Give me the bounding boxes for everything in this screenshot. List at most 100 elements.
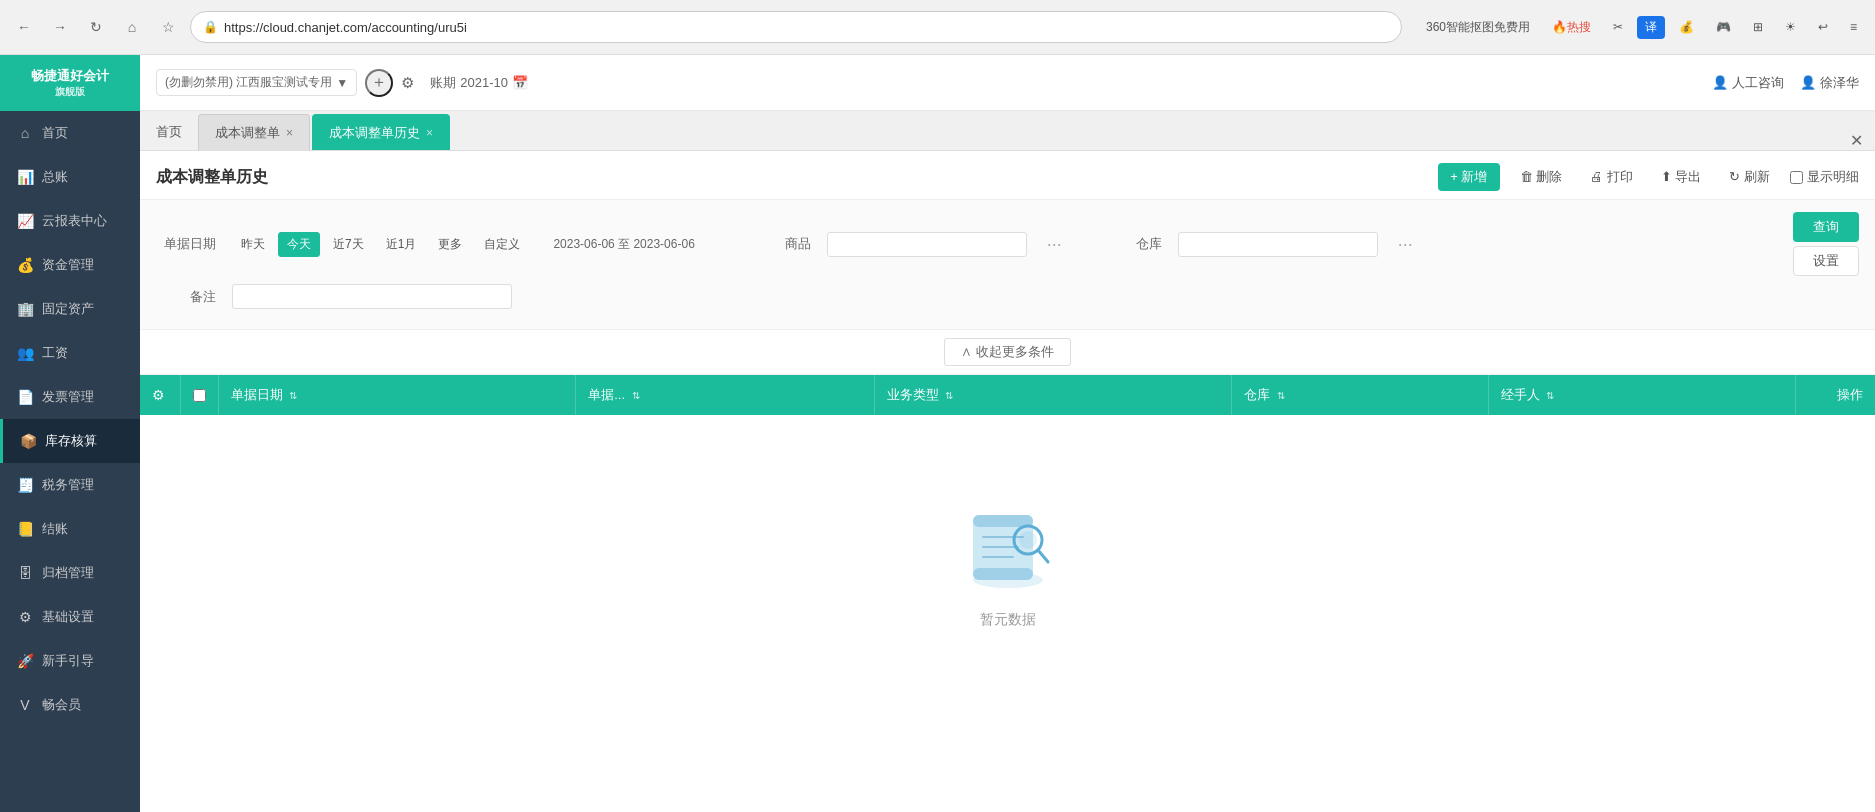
th-actions: 操作 [1795, 375, 1875, 415]
sidebar-item-ledger[interactable]: 📊 总账 [0, 155, 140, 199]
th-biz-type-label: 业务类型 [887, 387, 939, 402]
tax-icon: 🧾 [16, 477, 34, 493]
remark-filter-input[interactable] [232, 284, 512, 309]
org-selector[interactable]: (勿删勿禁用) 江西服宝测试专用 ▼ [156, 69, 357, 96]
sidebar-label-invoice: 发票管理 [42, 388, 94, 406]
page-header: 成本调整单历史 + 新增 🗑 删除 🖨 打印 ⬆ 导出 ↻ 刷新 显示明细 [140, 151, 1875, 200]
sidebar-item-settings[interactable]: ⚙ 基础设置 [0, 595, 140, 639]
th-warehouse: 仓库 ⇅ [1232, 375, 1488, 415]
add-org-button[interactable]: ＋ [365, 69, 393, 97]
warehouse-sort-icon[interactable]: ⇅ [1277, 390, 1285, 401]
warehouse-filter-label: 仓库 [1102, 235, 1162, 253]
game-button[interactable]: 🎮 [1708, 16, 1739, 38]
scissors-button[interactable]: ✂ [1605, 16, 1631, 38]
tab-home[interactable]: 首页 [140, 114, 198, 150]
home-button[interactable]: ⌂ [118, 13, 146, 41]
sidebar-label-assets: 固定资产 [42, 300, 94, 318]
goods-filter-input[interactable] [827, 232, 1027, 257]
service-button[interactable]: 👤 人工咨询 [1712, 74, 1784, 92]
th-bill-no-label: 单据... [588, 387, 625, 402]
biz-sort-icon[interactable]: ⇅ [945, 390, 953, 401]
print-button[interactable]: 🖨 打印 [1582, 164, 1641, 190]
user-info[interactable]: 👤 徐泽华 [1800, 74, 1859, 92]
vip-icon: V [16, 697, 34, 713]
bill-sort-icon[interactable]: ⇅ [632, 390, 640, 401]
org-dropdown-icon: ▼ [336, 76, 348, 90]
tab-cost-adjust[interactable]: 成本调整单 × [198, 114, 310, 150]
user-name: 徐泽华 [1820, 74, 1859, 92]
delete-button[interactable]: 🗑 删除 [1512, 164, 1571, 190]
sidebar-item-reports[interactable]: 📈 云报表中心 [0, 199, 140, 243]
menu-button[interactable]: ≡ [1842, 16, 1865, 38]
display-checkbox-input[interactable] [1790, 171, 1803, 184]
sidebar-item-vip[interactable]: V 畅会员 [0, 683, 140, 727]
tab-cost-history-close[interactable]: × [426, 126, 433, 140]
address-bar[interactable]: 🔒 https://cloud.chanjet.com/accounting/u… [190, 11, 1402, 43]
undo-button[interactable]: ↩ [1810, 16, 1836, 38]
sidebar-item-archive[interactable]: 🗄 归档管理 [0, 551, 140, 595]
th-biz-type: 业务类型 ⇅ [874, 375, 1232, 415]
setting-button[interactable]: 设置 [1793, 246, 1859, 276]
sidebar-item-funds[interactable]: 💰 资金管理 [0, 243, 140, 287]
svg-point-8 [1019, 531, 1037, 549]
query-button[interactable]: 查询 [1793, 212, 1859, 242]
date-filter-label: 单据日期 [156, 235, 216, 253]
warehouse-filter-input[interactable] [1178, 232, 1378, 257]
sidebar-item-payroll[interactable]: 👥 工资 [0, 331, 140, 375]
tab-cost-history[interactable]: 成本调整单历史 × [312, 114, 450, 150]
goods-more-button[interactable]: ··· [1043, 235, 1066, 253]
display-label: 显示明细 [1807, 168, 1859, 186]
date-tab-yesterday[interactable]: 昨天 [232, 232, 274, 257]
translate-button[interactable]: 译 [1637, 16, 1665, 39]
th-checkbox [180, 375, 218, 415]
new-button[interactable]: + 新增 [1438, 163, 1499, 191]
close-window-button[interactable]: ✕ [1850, 131, 1863, 150]
sidebar-item-inventory[interactable]: 📦 库存核算 [0, 419, 140, 463]
sidebar-label-ledger: 总账 [42, 168, 68, 186]
th-warehouse-label: 仓库 [1244, 387, 1270, 402]
th-gear: ⚙ [140, 375, 180, 415]
tab-cost-adjust-close[interactable]: × [286, 126, 293, 140]
reload-button[interactable]: ↻ [82, 13, 110, 41]
back-button[interactable]: ← [10, 13, 38, 41]
date-sort-icon[interactable]: ⇅ [289, 390, 297, 401]
warehouse-more-button[interactable]: ··· [1394, 235, 1417, 253]
settings-gear-icon[interactable]: ⚙ [401, 74, 414, 92]
sidebar-item-home[interactable]: ⌂ 首页 [0, 111, 140, 155]
search-tool[interactable]: 360智能抠图免费用 [1418, 15, 1538, 40]
url-text: https://cloud.chanjet.com/accounting/uru… [224, 20, 467, 35]
date-tab-more[interactable]: 更多 [429, 232, 471, 257]
date-tab-today[interactable]: 今天 [278, 232, 320, 257]
sidebar-item-tax[interactable]: 🧾 税务管理 [0, 463, 140, 507]
display-detail-checkbox[interactable]: 显示明细 [1790, 168, 1859, 186]
select-all-checkbox[interactable] [193, 389, 206, 402]
calendar-icon[interactable]: 📅 [512, 75, 528, 90]
hot-search-button[interactable]: 🔥热搜 [1544, 15, 1599, 40]
grid-button[interactable]: ⊞ [1745, 16, 1771, 38]
app-container: 畅捷通好会计 旗舰版 ⌂ 首页 📊 总账 📈 云报表中心 💰 资金管理 🏢 固定… [0, 55, 1875, 812]
sidebar-item-invoice[interactable]: 📄 发票管理 [0, 375, 140, 419]
star-button[interactable]: ☆ [154, 13, 182, 41]
handler-sort-icon[interactable]: ⇅ [1546, 390, 1554, 401]
date-tab-1month[interactable]: 近1月 [377, 232, 426, 257]
logo-sub: 旗舰版 [55, 85, 85, 99]
coin-button[interactable]: 💰 [1671, 16, 1702, 38]
sidebar-item-guide[interactable]: 🚀 新手引导 [0, 639, 140, 683]
filter-row-date: 单据日期 昨天 今天 近7天 近1月 更多 自定义 2023-06-06 至 2… [156, 212, 1859, 276]
th-date: 单据日期 ⇅ [218, 375, 576, 415]
date-tab-7days[interactable]: 近7天 [324, 232, 373, 257]
sidebar-label-home: 首页 [42, 124, 68, 142]
sidebar-label-close: 结账 [42, 520, 68, 538]
export-button[interactable]: ⬆ 导出 [1653, 164, 1710, 190]
forward-button[interactable]: → [46, 13, 74, 41]
refresh-button[interactable]: ↻ 刷新 [1721, 164, 1778, 190]
sidebar-item-assets[interactable]: 🏢 固定资产 [0, 287, 140, 331]
collapse-button[interactable]: ∧ 收起更多条件 [944, 338, 1071, 366]
table-settings-button[interactable]: ⚙ [152, 387, 165, 403]
sidebar-item-close[interactable]: 📒 结账 [0, 507, 140, 551]
date-tab-custom[interactable]: 自定义 [475, 232, 529, 257]
period-label: 账期 [430, 74, 456, 92]
th-date-label: 单据日期 [231, 387, 283, 402]
sun-button[interactable]: ☀ [1777, 16, 1804, 38]
sidebar-label-settings: 基础设置 [42, 608, 94, 626]
